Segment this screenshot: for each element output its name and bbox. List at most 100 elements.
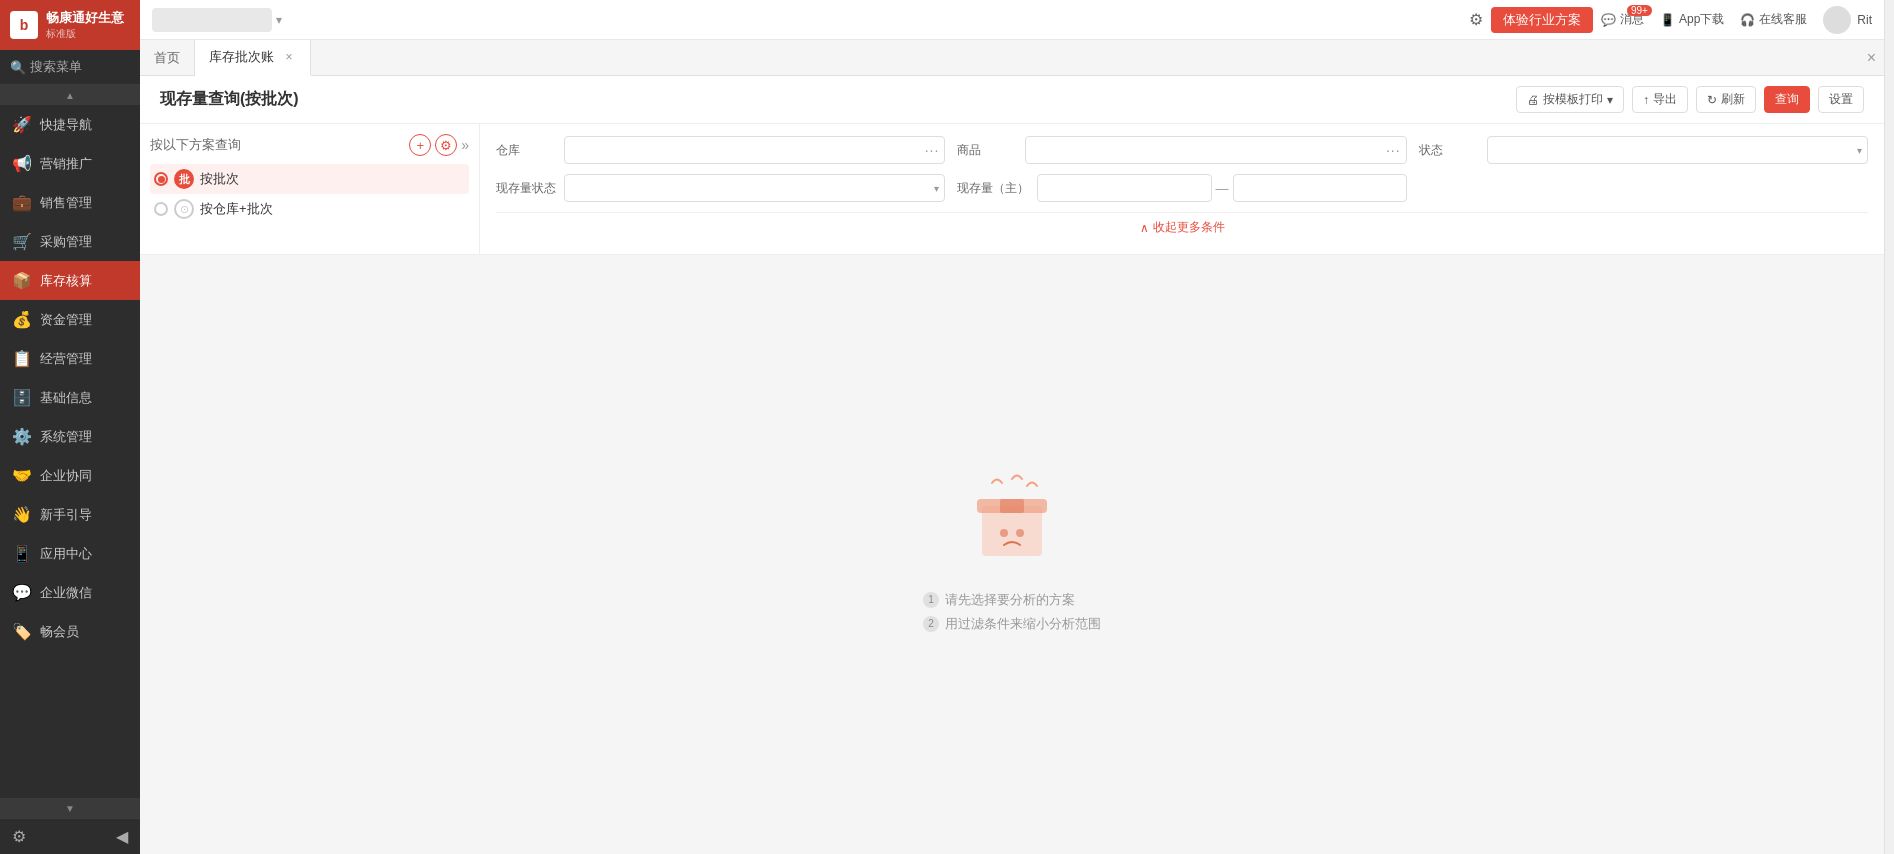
filter-panel: 按以下方案查询 + ⚙ » 批 按批次 [140, 124, 1884, 255]
sidebar: b 畅康通好生意 标准版 🔍 搜索菜单 ▲ 🚀 快捷导航 📢 营销推广 💼 销售… [0, 0, 140, 854]
filter-left-panel: 按以下方案查询 + ⚙ » 批 按批次 [140, 124, 480, 254]
tabs-bar: 首页 库存批次账 × × [140, 40, 1884, 76]
svg-point-4 [1016, 529, 1024, 537]
marketing-icon: 📢 [12, 154, 32, 173]
print-icon: 🖨 [1527, 93, 1539, 107]
inventory-icon: 📦 [12, 271, 32, 290]
product-input-wrap: ··· [1025, 136, 1406, 164]
sidebar-item-sales[interactable]: 💼 销售管理 [0, 183, 140, 222]
warehouse-field: 仓库 ··· [496, 136, 945, 164]
quantity-min-input[interactable] [1037, 174, 1211, 202]
sidebar-item-inventory[interactable]: 📦 库存核算 [0, 261, 140, 300]
sidebar-item-operation[interactable]: 📋 经营管理 [0, 339, 140, 378]
sidebar-item-enterprise[interactable]: 🤝 企业协同 [0, 456, 140, 495]
warehouse-input[interactable] [564, 136, 945, 164]
app-download-action[interactable]: 📱 App下载 [1660, 11, 1724, 28]
online-service-action[interactable]: 🎧 在线客服 [1740, 11, 1807, 28]
filter-schema-header: 按以下方案查询 + ⚙ » [150, 134, 469, 156]
page-actions: 🖨 按模板打印 ▾ ↑ 导出 ↻ 刷新 查询 设置 [1516, 86, 1864, 113]
sales-icon: 💼 [12, 193, 32, 212]
collapse-more-button[interactable]: ∧ 收起更多条件 [496, 212, 1868, 242]
headset-icon: 🎧 [1740, 13, 1755, 27]
tabs-panel-close-icon[interactable]: × [1867, 49, 1884, 67]
breadcrumb-input[interactable] [152, 8, 272, 32]
search-menu[interactable]: 🔍 搜索菜单 [0, 50, 140, 85]
quantity-label: 现存量（主） [957, 180, 1029, 197]
sidebar-item-wechat[interactable]: 💬 企业微信 [0, 573, 140, 612]
main-area: ▾ ⚙ 体验行业方案 💬 消息 99+ 📱 App下载 🎧 在线客服 Rit [140, 0, 1884, 854]
purchase-icon: 🛒 [12, 232, 32, 251]
scroll-down-btn[interactable]: ▼ [0, 798, 140, 818]
tab-home[interactable]: 首页 [140, 40, 195, 76]
content-area: 现存量查询(按批次) 🖨 按模板打印 ▾ ↑ 导出 ↻ 刷新 查询 设置 [140, 76, 1884, 854]
filter-right-panel: 仓库 ··· 商品 ··· 状态 [480, 124, 1884, 254]
product-input[interactable] [1025, 136, 1406, 164]
system-icon: ⚙️ [12, 427, 32, 446]
sidebar-item-purchase[interactable]: 🛒 采购管理 [0, 222, 140, 261]
product-dots[interactable]: ··· [1386, 142, 1401, 158]
filter-schema-title: 按以下方案查询 [150, 136, 241, 154]
apps-icon: 📱 [12, 544, 32, 563]
filter-collapse-button[interactable]: » [461, 137, 469, 153]
page-header: 现存量查询(按批次) 🖨 按模板打印 ▾ ↑ 导出 ↻ 刷新 查询 设置 [140, 76, 1884, 124]
sidebar-item-finance[interactable]: 💰 资金管理 [0, 300, 140, 339]
enterprise-icon: 🤝 [12, 466, 32, 485]
warehouse-dots[interactable]: ··· [925, 142, 940, 158]
sidebar-item-newuser[interactable]: 👋 新手引导 [0, 495, 140, 534]
refresh-button[interactable]: ↻ 刷新 [1696, 86, 1756, 113]
print-button[interactable]: 🖨 按模板打印 ▾ [1516, 86, 1624, 113]
scroll-up-btn[interactable]: ▲ [0, 85, 140, 105]
radio-inner [158, 176, 165, 183]
collapse-sidebar-icon[interactable]: ◀ [116, 827, 128, 846]
quantity-dash: — [1216, 181, 1229, 196]
topbar-right: 💬 消息 99+ 📱 App下载 🎧 在线客服 Rit [1601, 6, 1872, 34]
filter-option-by-batch[interactable]: 批 按批次 [150, 164, 469, 194]
messages-action[interactable]: 💬 消息 99+ [1601, 11, 1644, 28]
svg-point-3 [1000, 529, 1008, 537]
tab-inventory-batch[interactable]: 库存批次账 × [195, 40, 311, 76]
wechat-icon: 💬 [12, 583, 32, 602]
sidebar-item-system[interactable]: ⚙️ 系统管理 [0, 417, 140, 456]
empty-step-2: 2 用过滤条件来缩小分析范围 [923, 615, 1101, 633]
sidebar-item-basics[interactable]: 🗄️ 基础信息 [0, 378, 140, 417]
empty-steps: 1 请先选择要分析的方案 2 用过滤条件来缩小分析范围 [923, 591, 1101, 639]
sidebar-footer: ⚙ ◀ [0, 818, 140, 854]
user-profile[interactable]: Rit [1823, 6, 1872, 34]
schema-settings-button[interactable]: ⚙ [435, 134, 457, 156]
tab-close-icon[interactable]: × [282, 50, 296, 64]
sidebar-header: b 畅康通好生意 标准版 [0, 0, 140, 50]
operation-icon: 📋 [12, 349, 32, 368]
sidebar-item-quick-nav[interactable]: 🚀 快捷导航 [0, 105, 140, 144]
quantity-field: 现存量（主） — [957, 174, 1406, 202]
status-select-wrap: 有效 无效 ▾ [1487, 136, 1868, 164]
step-num-2: 2 [923, 616, 939, 632]
trial-button[interactable]: 体验行业方案 [1491, 7, 1593, 33]
status-field: 状态 有效 无效 ▾ [1419, 136, 1868, 164]
messages-icon: 💬 [1601, 13, 1616, 27]
settings-footer-icon[interactable]: ⚙ [12, 827, 26, 846]
sidebar-item-vip[interactable]: 🏷️ 畅会员 [0, 612, 140, 651]
settings-button[interactable]: 设置 [1818, 86, 1864, 113]
export-button[interactable]: ↑ 导出 [1632, 86, 1688, 113]
warehouse-label: 仓库 [496, 142, 556, 159]
status-select[interactable]: 有效 无效 [1487, 136, 1868, 164]
query-button[interactable]: 查询 [1764, 86, 1810, 113]
app-logo: b [10, 11, 38, 39]
empty-state: 1 请先选择要分析的方案 2 用过滤条件来缩小分析范围 [140, 255, 1884, 854]
filter-option-by-warehouse-batch[interactable]: ⊙ 按仓库+批次 [150, 194, 469, 224]
inventory-status-select-wrap: 有库存 无库存 ▾ [564, 174, 945, 202]
topbar: ▾ ⚙ 体验行业方案 💬 消息 99+ 📱 App下载 🎧 在线客服 Rit [140, 0, 1884, 40]
gear-small-icon: ⚙ [440, 138, 452, 153]
sidebar-item-marketing[interactable]: 📢 营销推广 [0, 144, 140, 183]
export-icon: ↑ [1643, 93, 1649, 107]
status-label: 状态 [1419, 142, 1479, 159]
inventory-status-select[interactable]: 有库存 无库存 [564, 174, 945, 202]
newuser-icon: 👋 [12, 505, 32, 524]
quantity-max-input[interactable] [1233, 174, 1407, 202]
filter-left-actions: + ⚙ » [409, 134, 469, 156]
sidebar-item-apps[interactable]: 📱 应用中心 [0, 534, 140, 573]
topbar-gear-icon[interactable]: ⚙ [1469, 10, 1483, 29]
add-schema-button[interactable]: + [409, 134, 431, 156]
username: Rit [1857, 13, 1872, 27]
right-panel [1884, 0, 1894, 854]
